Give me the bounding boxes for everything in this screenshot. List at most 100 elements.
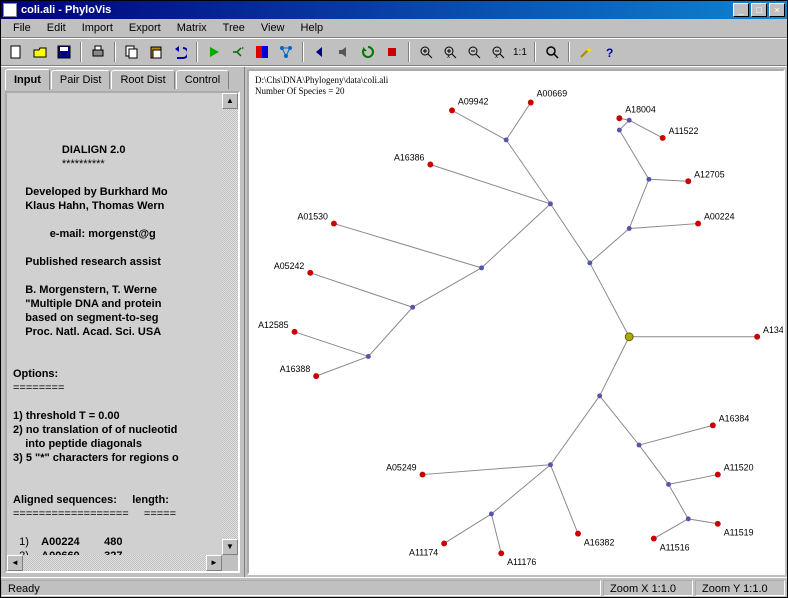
find-button[interactable] (541, 41, 563, 63)
leaf-node[interactable] (695, 221, 701, 227)
menu-matrix[interactable]: Matrix (169, 20, 215, 36)
status-ready: Ready (1, 580, 601, 596)
play-button[interactable] (203, 41, 225, 63)
leaf-label: A13493 (763, 325, 783, 335)
leaf-label: A11174 (409, 547, 438, 557)
leaf-node[interactable] (498, 550, 504, 556)
leaf-node[interactable] (685, 178, 691, 184)
leaf-node[interactable] (575, 531, 581, 537)
tree-root-node (625, 333, 633, 341)
svg-text:?: ? (606, 46, 613, 59)
tab-pair-dist[interactable]: Pair Dist (51, 70, 111, 89)
new-button[interactable] (5, 41, 27, 63)
open-button[interactable] (29, 41, 51, 63)
scroll-track[interactable] (23, 555, 206, 571)
leaf-node[interactable] (715, 472, 721, 478)
menu-tree[interactable]: Tree (215, 20, 253, 36)
leaf-node[interactable] (651, 536, 657, 542)
status-zoom-x: Zoom X 1:1.0 (603, 580, 693, 596)
toolbar-separator (534, 42, 536, 62)
leaf-node[interactable] (616, 115, 622, 121)
toolbar-separator (80, 42, 82, 62)
leaf-node[interactable] (307, 270, 313, 276)
horizontal-scrollbar[interactable]: ◄ ► (7, 555, 222, 571)
zoomout-icon (467, 45, 481, 59)
leaf-label: A00669 (537, 89, 568, 99)
scroll-right-button[interactable]: ► (206, 555, 222, 571)
menu-view[interactable]: View (253, 20, 293, 36)
leaf-label: A11516 (660, 542, 690, 552)
graph-button[interactable] (275, 41, 297, 63)
internal-nodes (366, 118, 691, 522)
print-icon (91, 45, 105, 59)
leaf-node[interactable] (441, 541, 447, 547)
leaf-node[interactable] (449, 107, 455, 113)
option-2: 2) no translation of of nucleotid (13, 424, 177, 436)
status-bar: Ready Zoom X 1:1.0 Zoom Y 1:1.0 (1, 577, 787, 597)
speaker-button[interactable] (333, 41, 355, 63)
leaf-node[interactable] (292, 329, 298, 335)
menu-label: Matrix (177, 22, 207, 34)
tab-root-dist[interactable]: Root Dist (111, 70, 174, 89)
minimize-button[interactable]: _ (733, 3, 749, 17)
info-frame: DIALIGN 2.0 ********** Developed by Burk… (5, 91, 240, 573)
menu-help[interactable]: Help (293, 20, 332, 36)
zoomin-button[interactable] (415, 41, 437, 63)
wand-button[interactable] (575, 41, 597, 63)
leaf-node[interactable] (331, 221, 337, 227)
leaf-label: A16386 (394, 153, 425, 163)
scroll-left-button[interactable]: ◄ (7, 555, 23, 571)
zoomout-button[interactable] (463, 41, 485, 63)
vertical-scrollbar[interactable]: ▲ ▼ (222, 93, 238, 555)
stop-button[interactable] (381, 41, 403, 63)
playtree-button[interactable] (227, 41, 249, 63)
copy-button[interactable] (121, 41, 143, 63)
tree-panel[interactable]: D:\Chs\DNA\Phylogeny\data\coli.ali Numbe… (247, 69, 785, 575)
leaf-node[interactable] (754, 334, 760, 340)
leaf-node[interactable] (420, 472, 426, 478)
leaf-node[interactable] (528, 100, 534, 106)
leaf-label: A16382 (584, 537, 615, 547)
leaf-node[interactable] (660, 135, 666, 141)
underline: ********** (62, 158, 105, 170)
zoomin-x-button[interactable]: x (439, 41, 461, 63)
zoomout-x-button[interactable]: x (487, 41, 509, 63)
leaf-node[interactable] (427, 162, 433, 168)
scroll-up-button[interactable]: ▲ (222, 93, 238, 109)
scroll-down-button[interactable]: ▼ (222, 539, 238, 555)
phylo-tree: A09942A00669A18004A11522A12705A00224A163… (249, 71, 783, 573)
menu-import[interactable]: Import (74, 20, 121, 36)
toolbar-separator (114, 42, 116, 62)
menu-file[interactable]: File (5, 20, 39, 36)
print-button[interactable] (87, 41, 109, 63)
refresh-button[interactable] (357, 41, 379, 63)
leaf-label: A11519 (724, 528, 754, 538)
leaf-node[interactable] (715, 521, 721, 527)
dev-line-1: Developed by Burkhard Mo (25, 186, 167, 198)
close-button[interactable]: × (769, 3, 785, 17)
redblue-button[interactable] (251, 41, 273, 63)
leaf-node[interactable] (313, 373, 319, 379)
toolbar-separator (302, 42, 304, 62)
status-zoom-y: Zoom Y 1:1.0 (695, 580, 785, 596)
help-button[interactable]: ? (599, 41, 621, 63)
paste-button[interactable] (145, 41, 167, 63)
scroll-track[interactable] (222, 109, 238, 539)
leaf-label: A11520 (724, 463, 754, 473)
undo-button[interactable] (169, 41, 191, 63)
zoom-11-button[interactable]: 1:1 (511, 47, 529, 58)
tab-input[interactable]: Input (5, 69, 50, 90)
maximize-button[interactable]: □ (751, 3, 767, 17)
leaf-node[interactable] (710, 422, 716, 428)
info-text: DIALIGN 2.0 ********** Developed by Burk… (7, 93, 222, 555)
save-button[interactable] (53, 41, 75, 63)
menu-label: Tree (223, 22, 245, 34)
menu-edit[interactable]: Edit (39, 20, 74, 36)
back-button[interactable] (309, 41, 331, 63)
tab-control[interactable]: Control (176, 70, 229, 89)
email-line: e-mail: morgenst@g (50, 228, 156, 240)
leaf-label: A11522 (669, 126, 699, 136)
copy-icon (125, 45, 139, 59)
find-icon (545, 45, 559, 59)
menu-export[interactable]: Export (121, 20, 169, 36)
